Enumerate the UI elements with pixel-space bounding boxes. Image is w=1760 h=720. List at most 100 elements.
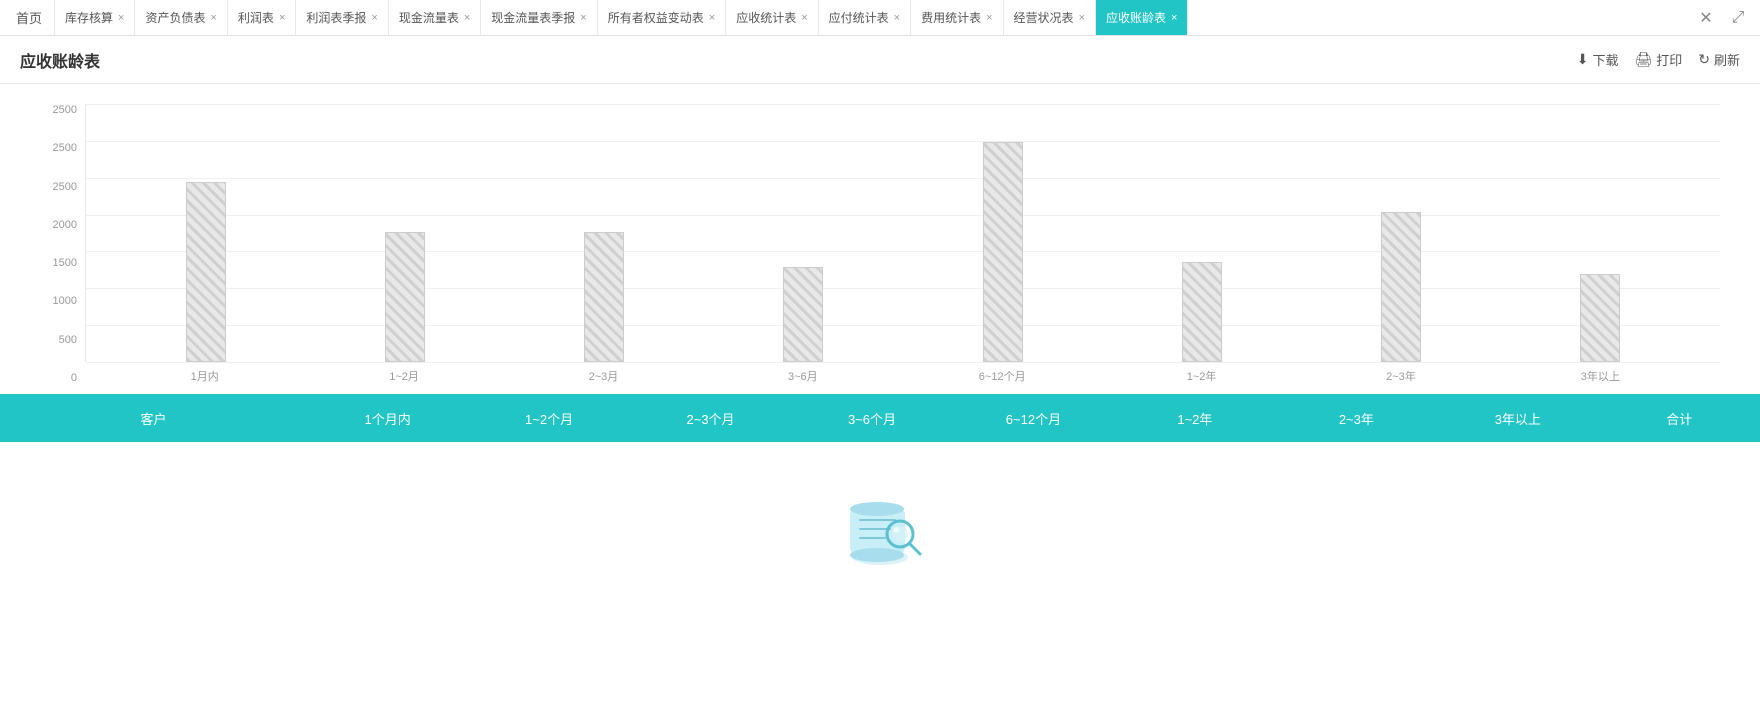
bar-group-8 xyxy=(1580,274,1620,362)
tab-close-profit-quarter[interactable]: × xyxy=(371,12,377,24)
header-1month-label: 1个月内 xyxy=(365,412,411,427)
table-header-2-3month: 2~3个月 xyxy=(630,409,791,428)
chart-grid xyxy=(85,104,1720,362)
x-label-1-2year: 1~2年 xyxy=(1172,368,1232,384)
no-data-icon xyxy=(830,482,930,572)
tab-profit[interactable]: 利润表 × xyxy=(228,0,296,36)
chart-container: 2500 2500 2500 2000 1500 1000 500 0 xyxy=(40,104,1720,384)
tab-home-label: 首页 xyxy=(16,8,42,27)
tab-close-balance[interactable]: × xyxy=(210,12,216,24)
download-label: 下载 xyxy=(1592,50,1618,69)
refresh-icon: ↻ xyxy=(1698,51,1710,68)
print-button[interactable]: 🖨 打印 xyxy=(1634,50,1682,69)
table-header-customer: 客户 xyxy=(0,409,307,428)
tab-close-operation[interactable]: × xyxy=(1079,12,1085,24)
tab-balance[interactable]: 资产负债表 × xyxy=(135,0,227,36)
bar-1-2year xyxy=(1182,262,1222,362)
header-3plus-label: 3年以上 xyxy=(1495,412,1541,427)
bar-group-7 xyxy=(1381,212,1421,362)
bar-group-6 xyxy=(1182,262,1222,362)
bar-6-12month xyxy=(983,142,1023,362)
table-header-3-6month: 3~6个月 xyxy=(791,409,952,428)
tab-profit-quarter[interactable]: 利润表季报 × xyxy=(296,0,388,36)
x-label-2-3year: 2~3年 xyxy=(1371,368,1431,384)
chart-body: 1月内 1~2月 2~3月 3~6月 6~12个月 1~2年 2~3年 3年以上 xyxy=(85,104,1720,384)
fullscreen-button[interactable]: ⤢ xyxy=(1724,4,1752,32)
tab-bar-actions: ✕ ⤢ xyxy=(1692,4,1756,32)
y-label-1500: 1500 xyxy=(53,257,77,269)
tab-close-profit[interactable]: × xyxy=(279,12,285,24)
y-label-1000: 1000 xyxy=(53,295,77,307)
table-header-3plus: 3年以上 xyxy=(1437,409,1598,428)
tab-close-equity[interactable]: × xyxy=(709,12,715,24)
tab-expense[interactable]: 费用统计表 × xyxy=(911,0,1003,36)
page-actions: ⬇ 下载 🖨 打印 ↻ 刷新 xyxy=(1577,50,1740,69)
y-label-500: 500 xyxy=(59,334,77,346)
close-window-button[interactable]: ✕ xyxy=(1692,4,1720,32)
download-button[interactable]: ⬇ 下载 xyxy=(1577,50,1619,69)
tab-label: 应收账龄表 xyxy=(1106,9,1166,26)
tab-close-cashflow-quarter[interactable]: × xyxy=(580,12,586,24)
tab-close-ar-aging[interactable]: × xyxy=(1171,12,1177,24)
table-header-1-2month: 1~2个月 xyxy=(468,409,629,428)
main-content: 2500 2500 2500 2000 1500 1000 500 0 xyxy=(0,84,1760,720)
y-label-0: 0 xyxy=(71,372,77,384)
tab-close-expense[interactable]: × xyxy=(986,12,992,24)
bar-group-5 xyxy=(983,142,1023,362)
tab-label: 费用统计表 xyxy=(921,9,981,26)
print-label: 打印 xyxy=(1656,50,1682,69)
header-total-label: 合计 xyxy=(1666,412,1692,427)
bar-group-2 xyxy=(385,232,425,362)
tab-label: 资产负债表 xyxy=(145,9,205,26)
tab-close-inventory[interactable]: × xyxy=(118,12,124,24)
refresh-button[interactable]: ↻ 刷新 xyxy=(1698,50,1740,69)
tab-ar-stat[interactable]: 应收统计表 × xyxy=(726,0,818,36)
tab-label: 现金流量表季报 xyxy=(491,9,575,26)
bar-2-3year xyxy=(1381,212,1421,362)
bar-group-1 xyxy=(186,182,226,362)
table-header: 客户 1个月内 1~2个月 2~3个月 3~6个月 6~12个月 1~2年 2~… xyxy=(0,394,1760,442)
x-label-3plus: 3年以上 xyxy=(1570,368,1630,384)
tab-inventory[interactable]: 库存核算 × xyxy=(55,0,135,36)
tab-equity[interactable]: 所有者权益变动表 × xyxy=(598,0,726,36)
tab-ap-stat[interactable]: 应付统计表 × xyxy=(819,0,911,36)
tab-cashflow[interactable]: 现金流量表 × xyxy=(389,0,481,36)
tab-ar-aging[interactable]: 应收账龄表 × xyxy=(1096,0,1188,36)
tab-home[interactable]: 首页 xyxy=(4,0,55,36)
y-label-2000: 2000 xyxy=(53,219,77,231)
y-label-2500a: 2500 xyxy=(53,104,77,116)
tab-close-ap-stat[interactable]: × xyxy=(894,12,900,24)
bars-row xyxy=(86,104,1720,362)
bar-group-4 xyxy=(783,267,823,362)
bar-2-3month xyxy=(584,232,624,362)
tab-label: 应收统计表 xyxy=(736,9,796,26)
tab-label: 利润表季报 xyxy=(306,9,366,26)
x-label-1-2month: 1~2月 xyxy=(374,368,434,384)
chart-y-axis: 2500 2500 2500 2000 1500 1000 500 0 xyxy=(40,104,85,384)
bar-3plus-year xyxy=(1580,274,1620,362)
tab-close-ar-stat[interactable]: × xyxy=(801,12,807,24)
tab-label: 应付统计表 xyxy=(829,9,889,26)
chart-area: 2500 2500 2500 2000 1500 1000 500 0 xyxy=(0,84,1760,394)
x-label-1month: 1月内 xyxy=(175,368,235,384)
tab-close-cashflow[interactable]: × xyxy=(464,12,470,24)
tab-cashflow-quarter[interactable]: 现金流量表季报 × xyxy=(481,0,597,36)
download-icon: ⬇ xyxy=(1577,51,1589,68)
table-header-1month: 1个月内 xyxy=(307,409,468,428)
table-header-1-2year: 1~2年 xyxy=(1114,409,1275,428)
table-header-2-3year: 2~3年 xyxy=(1276,409,1437,428)
page-title: 应收账龄表 xyxy=(20,48,100,72)
chart-x-axis: 1月内 1~2月 2~3月 3~6月 6~12个月 1~2年 2~3年 3年以上 xyxy=(85,362,1720,384)
tab-label: 经营状况表 xyxy=(1014,9,1074,26)
header-3-6month-label: 3~6个月 xyxy=(848,412,896,427)
tab-label: 所有者权益变动表 xyxy=(608,9,704,26)
bar-1month xyxy=(186,182,226,362)
tab-label: 现金流量表 xyxy=(399,9,459,26)
bar-3-6month xyxy=(783,267,823,362)
x-label-3-6month: 3~6月 xyxy=(773,368,833,384)
tab-bar: 首页 库存核算 × 资产负债表 × 利润表 × 利润表季报 × 现金流量表 × … xyxy=(0,0,1760,36)
header-2-3year-label: 2~3年 xyxy=(1339,412,1374,427)
x-label-2-3month: 2~3月 xyxy=(573,368,633,384)
refresh-label: 刷新 xyxy=(1714,50,1740,69)
tab-operation[interactable]: 经营状况表 × xyxy=(1004,0,1096,36)
